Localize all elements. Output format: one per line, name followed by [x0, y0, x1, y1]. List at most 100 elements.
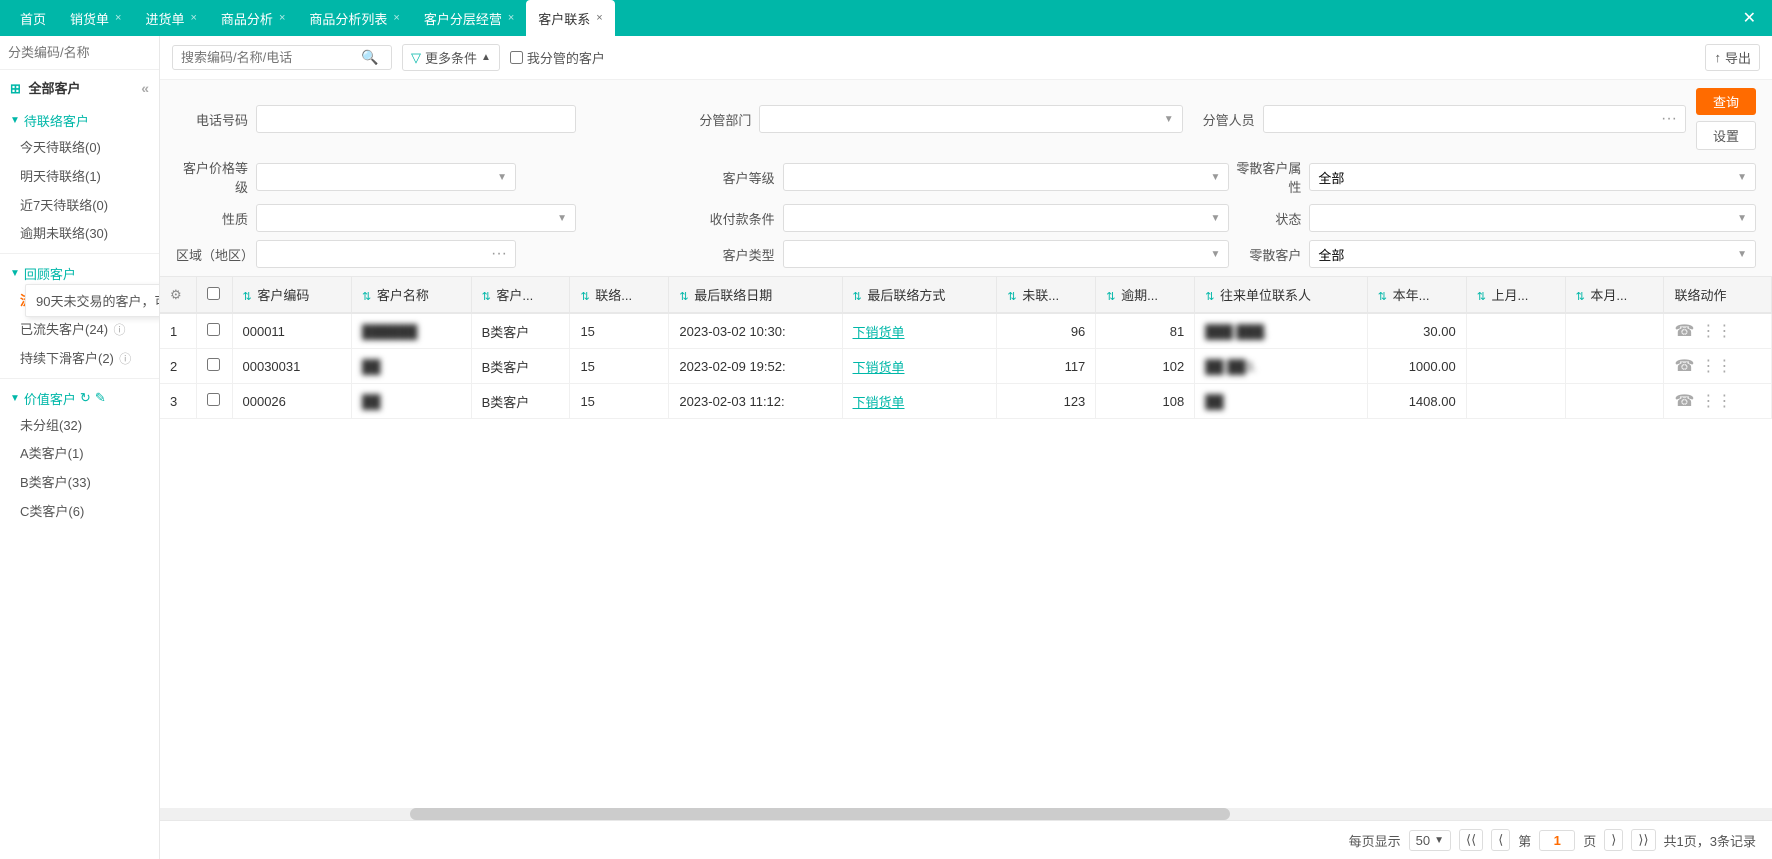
sidebar-item-ungrouped[interactable]: 未分组(32): [0, 412, 159, 441]
my-customers-checkbox[interactable]: [510, 51, 523, 64]
sidebar-collapse-icon[interactable]: «: [141, 80, 149, 96]
tab-analysis[interactable]: 商品分析 ×: [209, 0, 297, 36]
tab-analysis-list[interactable]: 商品分析列表 ×: [297, 0, 411, 36]
phone-input[interactable]: [256, 105, 576, 133]
contact-icon-3[interactable]: ☎: [1674, 391, 1694, 411]
nature-caret: ▼: [557, 213, 567, 224]
price-level-caret: ▼: [497, 172, 507, 183]
top-tabbar: 首页 销货单 × 进货单 × 商品分析 × 商品分析列表 × 客户分层经营 × …: [0, 0, 1772, 36]
window-close-button[interactable]: ✕: [1735, 8, 1764, 28]
td-this-year-2: 1000.00: [1367, 349, 1466, 384]
sidebar-search-input[interactable]: [8, 45, 160, 60]
value-section-edit[interactable]: ✎: [95, 390, 106, 406]
sidebar-section-value[interactable]: ▼ 价值客户 ↻ ✎: [0, 383, 159, 412]
table-settings-icon[interactable]: ⚙: [170, 287, 182, 302]
scrollbar-thumb[interactable]: [410, 808, 1230, 820]
row-checkbox-3[interactable]: [207, 393, 220, 406]
status-select[interactable]: ▼: [1309, 204, 1756, 232]
query-button[interactable]: 查询: [1696, 88, 1756, 115]
page-label: 第: [1518, 831, 1531, 850]
price-level-select[interactable]: ▼: [256, 163, 516, 191]
sidebar-item-b-class[interactable]: B类客户(33): [0, 469, 159, 498]
th-last-contact-date: 最后联络日期: [669, 277, 842, 313]
td-overdue-1: 81: [1096, 313, 1195, 349]
customer-level-field: 客户等级 ▼: [703, 163, 1230, 191]
sidebar-item-7days[interactable]: 近7天待联络(0): [0, 192, 159, 221]
filter-bar: 🔍 ▽ 更多条件 ▲ 我分管的客户 ↑ 导出: [160, 36, 1772, 80]
per-page-select[interactable]: 50 ▼: [1409, 830, 1451, 851]
tab-sales[interactable]: 销货单 ×: [58, 0, 133, 36]
dept-select[interactable]: ▼: [759, 105, 1182, 133]
close-tab-sales[interactable]: ×: [115, 12, 121, 24]
close-tab-analysis-list[interactable]: ×: [393, 12, 399, 24]
select-all-checkbox[interactable]: [207, 287, 220, 300]
sidebar-section-pending[interactable]: ▼ 待联络客户: [0, 105, 159, 134]
td-last-date-2: 2023-02-09 19:52:: [669, 349, 842, 384]
close-tab-analysis[interactable]: ×: [279, 12, 285, 24]
sidebar-root-item[interactable]: ⊞ 全部客户 «: [0, 70, 159, 105]
td-last-month-3: [1466, 384, 1565, 419]
region-select[interactable]: ···: [256, 240, 516, 268]
sidebar-item-overdue-contact[interactable]: 逾期未联络(30): [0, 220, 159, 249]
sidebar-item-a-class[interactable]: A类客户(1): [0, 440, 159, 469]
sidebar-item-tomorrow[interactable]: 明天待联络(1): [0, 163, 159, 192]
tab-customer-contact[interactable]: 客户联系 ×: [526, 0, 614, 36]
sidebar-item-today[interactable]: 今天待联络(0): [0, 134, 159, 163]
method-link-1[interactable]: 下销货单: [853, 325, 905, 340]
method-link-2[interactable]: 下销货单: [853, 360, 905, 375]
settings-button[interactable]: 设置: [1696, 121, 1756, 150]
sidebar-section-review[interactable]: ▼ 回顾客户: [0, 258, 159, 287]
region-more-dots[interactable]: ···: [491, 245, 507, 263]
my-customers-checkbox-wrapper[interactable]: 我分管的客户: [510, 48, 605, 67]
customer-type-select[interactable]: ▼: [783, 240, 1230, 268]
value-section-refresh[interactable]: ↻: [80, 390, 91, 406]
sidebar-item-c-class[interactable]: C类客户(6): [0, 498, 159, 527]
customer-type-field: 客户类型 ▼: [703, 240, 1230, 268]
contact-icon-2[interactable]: ☎: [1674, 356, 1694, 376]
row-checkbox-1[interactable]: [207, 323, 220, 336]
price-level-field: 客户价格等级 ▼: [176, 158, 703, 196]
tab-purchase[interactable]: 进货单 ×: [133, 0, 208, 36]
row-checkbox-2[interactable]: [207, 358, 220, 371]
more-actions-icon-3[interactable]: ⋮⋮: [1700, 391, 1732, 411]
td-contact-2: 15: [570, 349, 669, 384]
export-button[interactable]: ↑ 导出: [1705, 44, 1760, 71]
staff-select[interactable]: ···: [1263, 105, 1686, 133]
page-input[interactable]: [1539, 830, 1575, 851]
zero-attr-field: 零散客户属性 全部 ▼: [1229, 158, 1756, 196]
method-link-3[interactable]: 下销货单: [853, 395, 905, 410]
close-tab-purchase[interactable]: ×: [190, 12, 196, 24]
page-prev-button[interactable]: ⟨: [1491, 829, 1510, 851]
more-conditions-button[interactable]: ▽ 更多条件 ▲: [402, 44, 500, 71]
close-tab-customer-layer[interactable]: ×: [508, 12, 514, 24]
staff-more-dots[interactable]: ···: [1661, 110, 1677, 128]
tab-home[interactable]: 首页: [8, 0, 58, 36]
td-no-contact-1: 96: [997, 313, 1096, 349]
close-tab-customer-contact[interactable]: ×: [596, 12, 602, 24]
tab-customer-layer[interactable]: 客户分层经营 ×: [412, 0, 526, 36]
zero-customer-select[interactable]: 全部 ▼: [1309, 240, 1756, 268]
nature-select[interactable]: ▼: [256, 204, 576, 232]
td-checkbox-1: [196, 313, 232, 349]
sidebar-item-churned[interactable]: 已流失客户(24) ⓘ: [0, 316, 159, 345]
search-icon[interactable]: 🔍: [361, 49, 378, 66]
zero-attr-select[interactable]: 全部 ▼: [1309, 163, 1756, 191]
td-last-date-3: 2023-02-03 11:12:: [669, 384, 842, 419]
more-actions-icon-2[interactable]: ⋮⋮: [1700, 356, 1732, 376]
td-code-3: 000026: [232, 384, 352, 419]
search-input[interactable]: [181, 50, 361, 65]
td-checkbox-3: [196, 384, 232, 419]
contact-icon-1[interactable]: ☎: [1674, 321, 1694, 341]
page-last-button[interactable]: ⟩⟩: [1631, 829, 1655, 851]
td-actions-1: ☎ ⋮⋮: [1664, 313, 1772, 349]
horizontal-scrollbar[interactable]: [160, 808, 1772, 820]
customer-level-select[interactable]: ▼: [783, 163, 1230, 191]
page-first-button[interactable]: ⟨⟨: [1459, 829, 1483, 851]
more-actions-icon-1[interactable]: ⋮⋮: [1700, 321, 1732, 341]
content-area: 🔍 ▽ 更多条件 ▲ 我分管的客户 ↑ 导出 电话号码: [160, 36, 1772, 859]
grid-icon: ⊞: [10, 81, 21, 96]
td-last-date-1: 2023-03-02 10:30:: [669, 313, 842, 349]
sidebar-item-declining[interactable]: 持续下滑客户(2) ⓘ: [0, 345, 159, 374]
payment-select[interactable]: ▼: [783, 204, 1230, 232]
page-next-button[interactable]: ⟩: [1604, 829, 1623, 851]
